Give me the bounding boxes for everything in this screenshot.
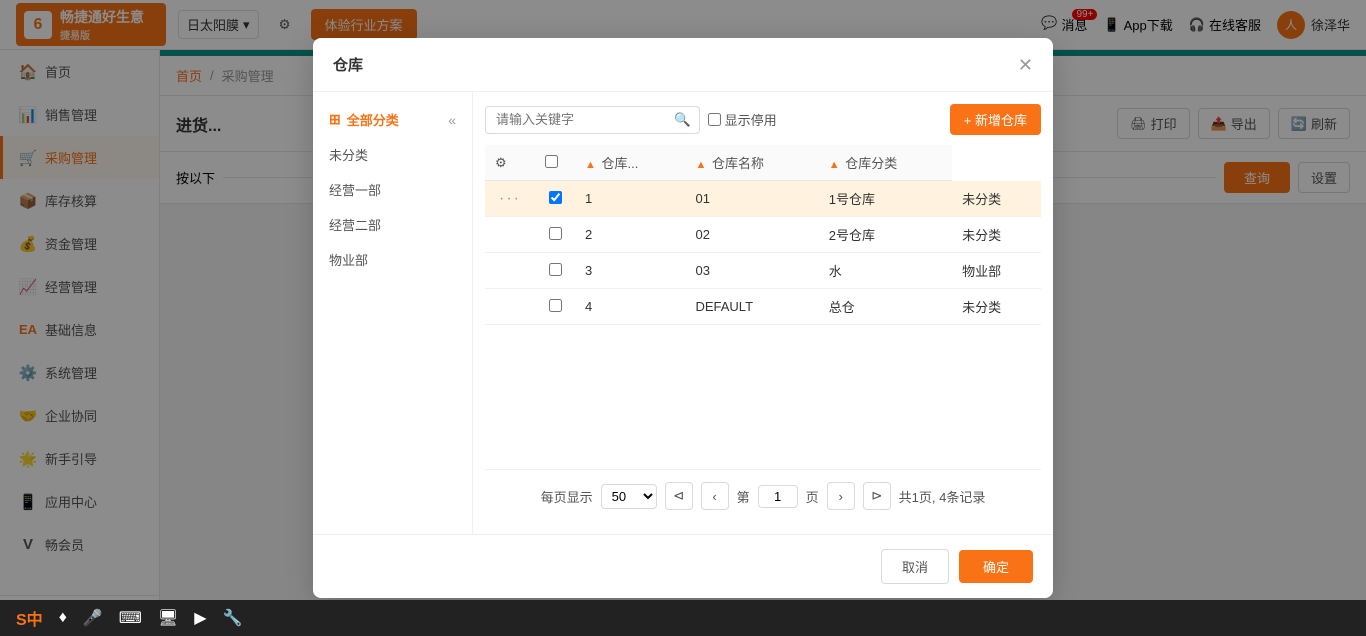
grid-icon: ⊞: [329, 111, 341, 128]
row-dots-2: [485, 217, 535, 253]
gear-icon: ⚙: [495, 155, 507, 170]
row-name-2: 2号仓库: [819, 217, 952, 253]
row-category-2: 未分类: [952, 217, 1041, 253]
search-input-wrap: 🔍: [485, 106, 700, 134]
table-toolbar: 🔍 显示停用 + 新增仓库: [485, 104, 1041, 135]
page-label: 第: [737, 487, 750, 506]
pagination: 每页显示 50 100 ⊲ ‹ 第 页 › ⊳ 共1页, 4条记录: [485, 469, 1041, 522]
diamond-icon[interactable]: ♦: [59, 609, 67, 627]
category-item-1[interactable]: 经营一部: [313, 172, 472, 207]
show-disabled-checkbox[interactable]: [708, 113, 721, 126]
category-item-2[interactable]: 经营二部: [313, 207, 472, 242]
last-page-button[interactable]: ⊳: [863, 482, 891, 510]
row-name-1: 1号仓库: [819, 181, 952, 217]
col-gear-header: ⚙: [485, 145, 535, 181]
prev-page-button[interactable]: ‹: [701, 482, 729, 510]
add-warehouse-button[interactable]: + 新增仓库: [950, 104, 1041, 135]
sort-icon-category: ▲: [829, 159, 840, 171]
monitor-icon[interactable]: 🖥: [158, 608, 178, 628]
collapse-button[interactable]: «: [448, 112, 456, 128]
mic-icon[interactable]: 🎤: [83, 608, 103, 628]
modal-footer: 取消 确定: [313, 534, 1053, 598]
table-row[interactable]: 3 03 水 物业部: [485, 253, 1041, 289]
category-item-0[interactable]: 未分类: [313, 137, 472, 172]
keyboard-icon[interactable]: ⌨: [119, 608, 142, 628]
row-code-3: 03: [685, 253, 818, 289]
row-dots-1: ···: [485, 181, 535, 217]
search-icon-button[interactable]: 🔍: [666, 107, 699, 133]
sort-icon-name: ▲: [695, 159, 706, 171]
s-icon[interactable]: S中: [16, 606, 43, 630]
row-check-3[interactable]: [535, 253, 575, 289]
row-code-2: 02: [685, 217, 818, 253]
show-disabled-label: 显示停用: [725, 110, 777, 129]
row-dots-3: [485, 253, 535, 289]
bottom-taskbar: S中 ♦ 🎤 ⌨ 🖥 ▶ 🔧: [0, 600, 1366, 636]
cancel-button[interactable]: 取消: [881, 549, 949, 584]
category-item-3[interactable]: 物业部: [313, 242, 472, 277]
col-category-header: ▲ 仓库分类: [819, 145, 952, 181]
warehouse-table: ⚙ ▲ 仓库... ▲ 仓库名称: [485, 145, 1041, 325]
row-name-4: 总仓: [819, 289, 952, 325]
row-num-1: 1: [575, 181, 685, 217]
next-page-button[interactable]: ›: [827, 482, 855, 510]
per-page-select[interactable]: 50 100: [601, 484, 657, 509]
page-suffix: 页: [806, 487, 819, 506]
modal-overlay: 仓库 ✕ ⊞ 全部分类 « 未分类 经营一部 经营二部 物业部: [0, 0, 1366, 636]
table-row[interactable]: 2 02 2号仓库 未分类: [485, 217, 1041, 253]
col-code-header: ▲ 仓库...: [575, 145, 685, 181]
row-check-2[interactable]: [535, 217, 575, 253]
tool-icon[interactable]: 🔧: [223, 608, 243, 628]
category-sidebar: ⊞ 全部分类 « 未分类 经营一部 经营二部 物业部: [313, 92, 473, 534]
col-check-header: [535, 145, 575, 181]
first-page-button[interactable]: ⊲: [665, 482, 693, 510]
modal-body: ⊞ 全部分类 « 未分类 经营一部 经营二部 物业部 🔍: [313, 92, 1053, 534]
confirm-button[interactable]: 确定: [959, 550, 1033, 583]
search-input[interactable]: [486, 107, 666, 132]
table-row[interactable]: ··· 1 01 1号仓库 未分类: [485, 181, 1041, 217]
total-info: 共1页, 4条记录: [899, 487, 986, 506]
row-name-3: 水: [819, 253, 952, 289]
show-disabled-wrap: 显示停用: [708, 110, 777, 129]
sort-icon-code: ▲: [585, 159, 596, 171]
table-row[interactable]: 4 DEFAULT 总仓 未分类: [485, 289, 1041, 325]
row-category-1: 未分类: [952, 181, 1041, 217]
row-num-4: 4: [575, 289, 685, 325]
row-code-1: 01: [685, 181, 818, 217]
col-name-header: ▲ 仓库名称: [685, 145, 818, 181]
row-num-3: 3: [575, 253, 685, 289]
play-icon[interactable]: ▶: [194, 608, 206, 628]
modal-title: 仓库: [333, 54, 363, 75]
per-page-label: 每页显示: [541, 487, 593, 506]
row-dots-4: [485, 289, 535, 325]
row-num-2: 2: [575, 217, 685, 253]
modal-header: 仓库 ✕: [313, 38, 1053, 92]
table-area: 🔍 显示停用 + 新增仓库 ⚙: [473, 92, 1053, 534]
modal-close-button[interactable]: ✕: [1018, 56, 1033, 74]
page-number-input[interactable]: [758, 485, 798, 508]
row-code-4: DEFAULT: [685, 289, 818, 325]
warehouse-modal: 仓库 ✕ ⊞ 全部分类 « 未分类 经营一部 经营二部 物业部: [313, 38, 1053, 598]
all-category-label: 全部分类: [347, 110, 399, 129]
row-category-4: 未分类: [952, 289, 1041, 325]
row-category-3: 物业部: [952, 253, 1041, 289]
row-check-1[interactable]: [535, 181, 575, 217]
all-category-header[interactable]: ⊞ 全部分类 «: [313, 102, 472, 137]
row-check-4[interactable]: [535, 289, 575, 325]
select-all-checkbox[interactable]: [545, 155, 558, 168]
